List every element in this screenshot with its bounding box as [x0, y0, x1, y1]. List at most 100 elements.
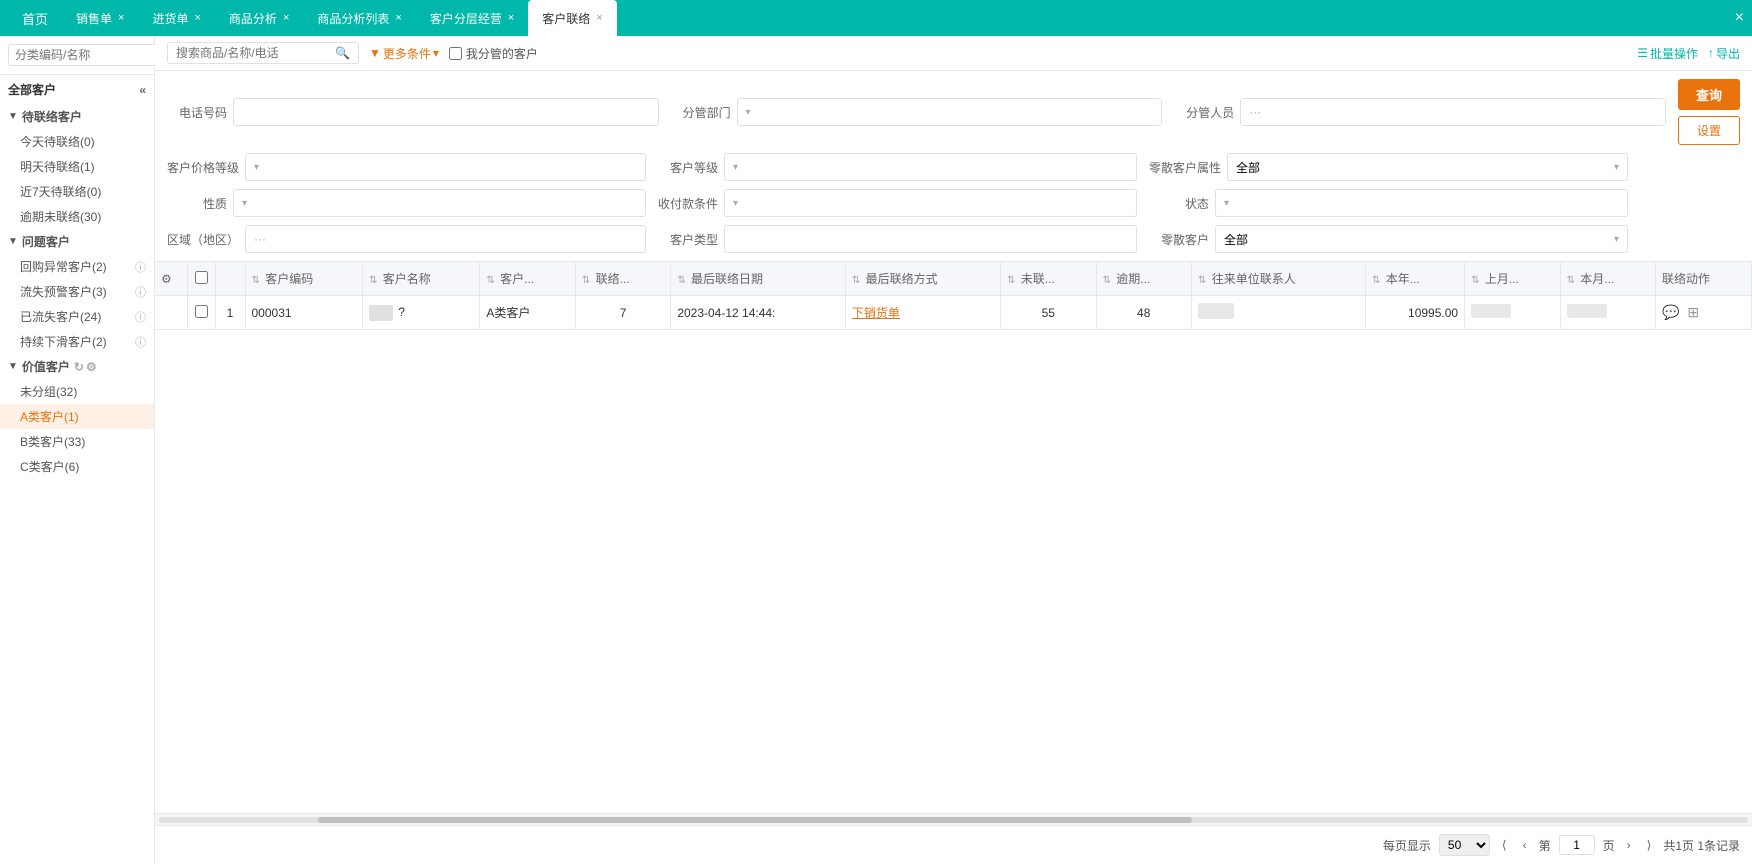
- payment-select[interactable]: ▾: [724, 189, 1137, 217]
- phone-input[interactable]: [233, 98, 659, 126]
- dept-label: 分管部门: [671, 104, 731, 121]
- close-sales-tab[interactable]: ×: [118, 12, 124, 24]
- tab-customer-contact[interactable]: 客户联络 ×: [528, 0, 616, 36]
- page-input[interactable]: [1559, 835, 1595, 855]
- search-icon[interactable]: 🔍: [335, 46, 350, 60]
- close-contact-tab[interactable]: ×: [596, 12, 602, 24]
- row-last-month: [1465, 296, 1560, 330]
- region-input[interactable]: ···: [245, 225, 646, 253]
- row-last-date: 2023-04-12 14:44:: [671, 296, 846, 330]
- row-actions: 💬 ⊞: [1655, 296, 1751, 330]
- customer-type-input[interactable]: [724, 225, 1137, 253]
- tab-product-analysis-list[interactable]: 商品分析列表 ×: [303, 0, 415, 36]
- table-header-row: ⚙ ⇅ 客户编码 ⇅ 客户名称: [155, 262, 1752, 296]
- field-phone: 电话号码: [167, 98, 659, 126]
- close-product-tab[interactable]: ×: [283, 12, 289, 24]
- th-name[interactable]: ⇅ 客户名称: [362, 262, 479, 296]
- th-contact2[interactable]: ⇅ 往来单位联系人: [1191, 262, 1365, 296]
- status-select[interactable]: ▾: [1215, 189, 1628, 217]
- close-purchase-tab[interactable]: ×: [194, 12, 200, 24]
- refresh-icon[interactable]: ↻: [74, 360, 84, 374]
- export-btn[interactable]: ↑ 导出: [1708, 45, 1740, 62]
- close-segment-tab[interactable]: ×: [508, 12, 514, 24]
- row-level: A类客户: [480, 296, 575, 330]
- customer-level-select[interactable]: ▾: [724, 153, 1137, 181]
- sidebar-item-churned[interactable]: 已流失客户(24) ⓘ: [0, 304, 154, 329]
- per-page-select[interactable]: 50 100 200: [1439, 834, 1490, 856]
- export-icon: ↑: [1708, 46, 1714, 60]
- first-page-btn[interactable]: ⟨: [1498, 836, 1511, 854]
- th-last-date[interactable]: ⇅ 最后联络日期: [671, 262, 846, 296]
- row-last-method[interactable]: 下销货单: [845, 296, 1000, 330]
- sidebar-item-overdue[interactable]: 逾期未联络(30): [0, 204, 154, 229]
- search-input[interactable]: [176, 46, 331, 60]
- chat-icon[interactable]: 💬: [1662, 304, 1679, 321]
- gear-icon[interactable]: ⚙: [161, 272, 172, 286]
- th-overdue[interactable]: ⇅ 逾期...: [1096, 262, 1191, 296]
- select-all-checkbox[interactable]: [195, 271, 208, 284]
- row-checkbox[interactable]: [195, 305, 208, 318]
- my-customers-check[interactable]: [449, 47, 462, 60]
- th-not-contacted[interactable]: ⇅ 未联...: [1001, 262, 1096, 296]
- close-all-btn[interactable]: ×: [1735, 9, 1744, 27]
- dept-select[interactable]: ▾: [737, 98, 1163, 126]
- th-code[interactable]: ⇅ 客户编码: [245, 262, 362, 296]
- more-filters-btn[interactable]: ▼ 更多条件 ▾: [369, 45, 439, 62]
- settings-small-icon[interactable]: ⚙: [86, 360, 97, 374]
- retail-attr-value: 全部: [1236, 159, 1260, 176]
- row-settings-cell: [155, 296, 187, 330]
- th-num: [215, 262, 245, 296]
- sidebar-item-a-class[interactable]: A类客户(1): [0, 404, 154, 429]
- retail-attr-select[interactable]: 全部 ▾: [1227, 153, 1628, 181]
- prev-page-btn[interactable]: ‹: [1519, 836, 1531, 854]
- close-product-list-tab[interactable]: ×: [395, 12, 401, 24]
- last-page-btn[interactable]: ⟩: [1643, 836, 1656, 854]
- sidebar-item-tomorrow[interactable]: 明天待联络(1): [0, 154, 154, 179]
- tab-customer-segment[interactable]: 客户分层经营 ×: [416, 0, 528, 36]
- group-problem-customers[interactable]: ▼ 问题客户: [0, 229, 154, 254]
- price-level-select[interactable]: ▾: [245, 153, 646, 181]
- all-customers-header[interactable]: 全部客户 «: [0, 75, 154, 104]
- collapse-icon[interactable]: «: [139, 83, 146, 97]
- settings-button[interactable]: 设置: [1678, 116, 1740, 145]
- next-page-btn[interactable]: ›: [1623, 836, 1635, 854]
- qr-icon[interactable]: ⊞: [1687, 304, 1699, 321]
- th-this-month[interactable]: ⇅ 本月...: [1560, 262, 1655, 296]
- row-overdue: 48: [1096, 296, 1191, 330]
- level-arrow: ▾: [733, 162, 738, 173]
- tab-purchase[interactable]: 进货单 ×: [138, 0, 214, 36]
- query-button[interactable]: 查询: [1678, 79, 1740, 110]
- sidebar-item-declining[interactable]: 持续下滑客户(2) ⓘ: [0, 329, 154, 354]
- sidebar-search-input[interactable]: [8, 44, 177, 66]
- group-value-customers[interactable]: ▼ 价值客户 ↻ ⚙: [0, 354, 154, 379]
- th-last-month[interactable]: ⇅ 上月...: [1465, 262, 1560, 296]
- last-method-link[interactable]: 下销货单: [852, 306, 900, 320]
- nature-select[interactable]: ▾: [233, 189, 646, 217]
- per-page-label: 每页显示: [1383, 837, 1431, 854]
- tab-product-analysis[interactable]: 商品分析 ×: [215, 0, 303, 36]
- sidebar-item-b-class[interactable]: B类客户(33): [0, 429, 154, 454]
- sidebar-item-churn-warning[interactable]: 流失预警客户(3) ⓘ: [0, 279, 154, 304]
- group-pending-contact[interactable]: ▼ 待联络客户: [0, 104, 154, 129]
- batch-operation-btn[interactable]: ☰ 批量操作: [1637, 45, 1698, 62]
- sidebar-item-ungrouped[interactable]: 未分组(32): [0, 379, 154, 404]
- group-value-label: 价值客户: [22, 358, 70, 375]
- sidebar-item-today[interactable]: 今天待联络(0): [0, 129, 154, 154]
- scrollbar-area: [155, 813, 1752, 825]
- manager-input[interactable]: ···: [1240, 98, 1666, 126]
- scrollbar-track[interactable]: [159, 817, 1748, 823]
- home-tab[interactable]: 首页: [8, 0, 62, 36]
- arrow-pending: ▼: [8, 111, 18, 122]
- sidebar-item-abnormal-purchase[interactable]: 回购异常客户(2) ⓘ: [0, 254, 154, 279]
- sidebar-item-c-class[interactable]: C类客户(6): [0, 454, 154, 479]
- th-last-method[interactable]: ⇅ 最后联络方式: [845, 262, 1000, 296]
- tab-sales[interactable]: 销售单 ×: [62, 0, 138, 36]
- retail-customer-select[interactable]: 全部 ▾: [1215, 225, 1628, 253]
- th-this-year[interactable]: ⇅ 本年...: [1365, 262, 1464, 296]
- th-contact[interactable]: ⇅ 联络...: [575, 262, 670, 296]
- sidebar-item-7days[interactable]: 近7天待联络(0): [0, 179, 154, 204]
- name-extra: ?: [398, 305, 405, 319]
- field-dept: 分管部门 ▾: [671, 98, 1163, 126]
- th-level[interactable]: ⇅ 客户...: [480, 262, 575, 296]
- my-customers-checkbox[interactable]: 我分管的客户: [449, 45, 538, 62]
